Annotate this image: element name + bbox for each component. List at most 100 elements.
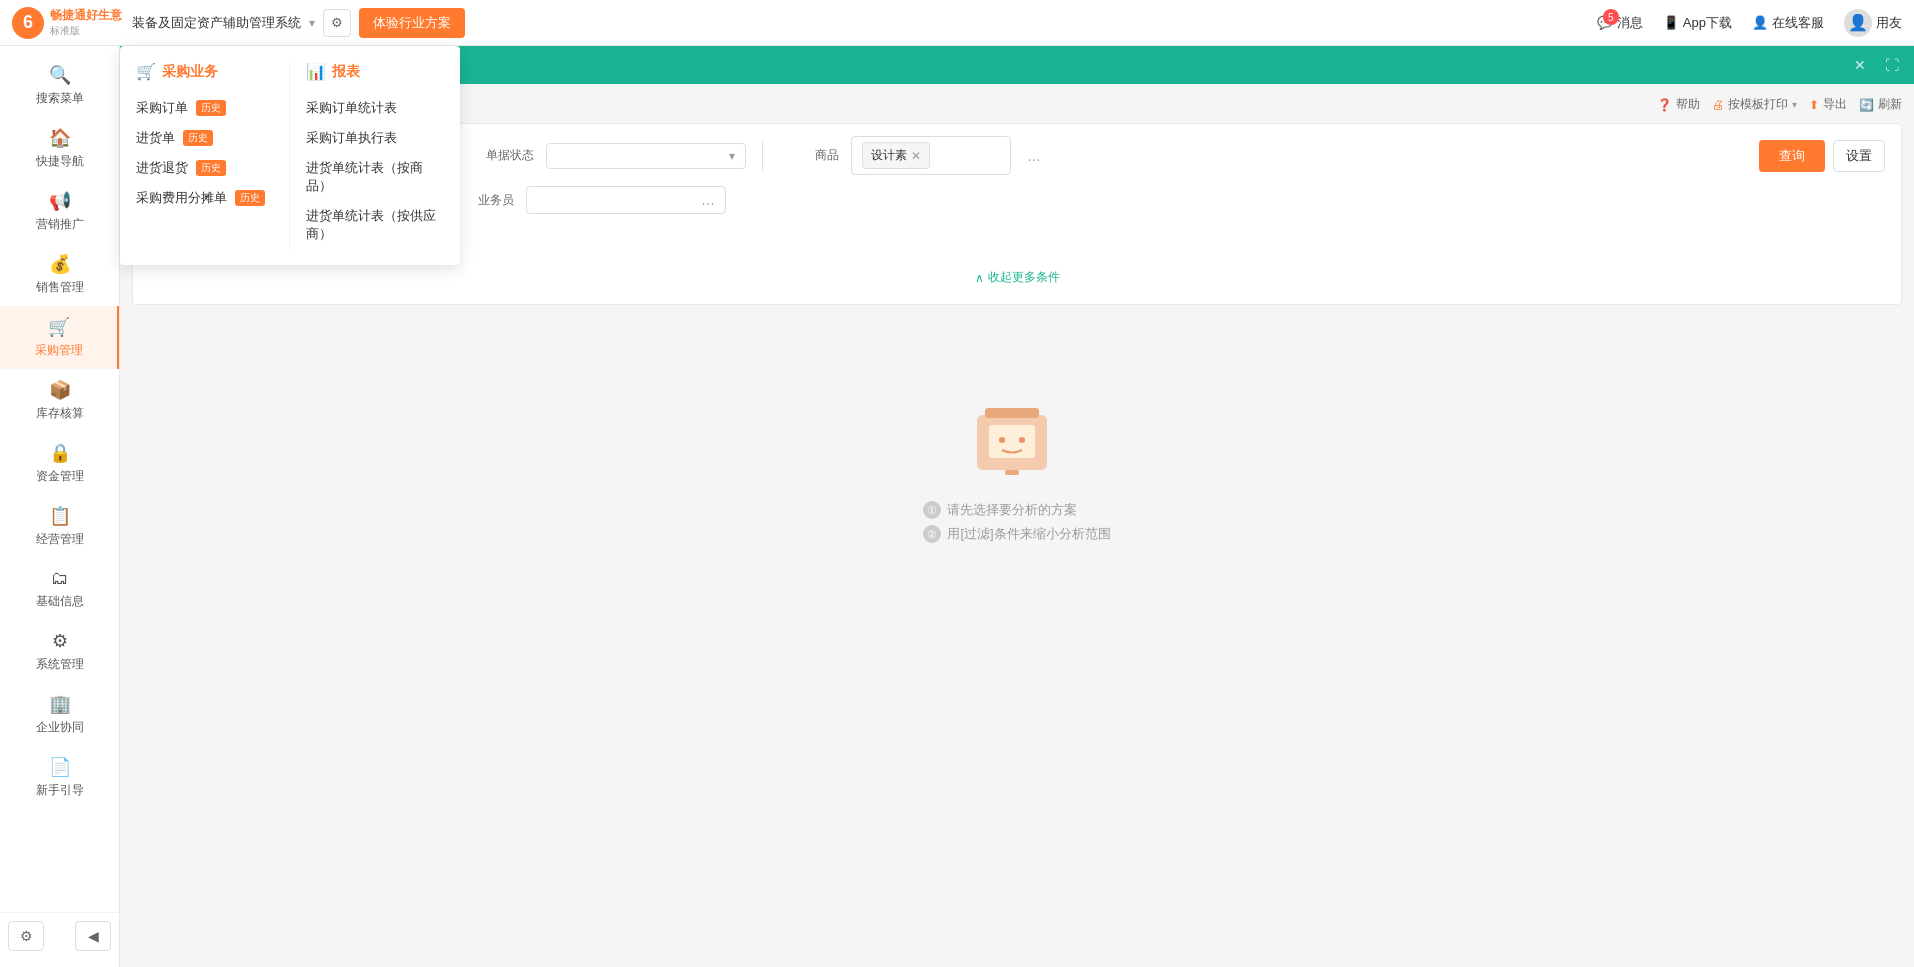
print-label: 按模板打印 <box>1728 96 1788 113</box>
po-stats-label: 采购订单统计表 <box>306 99 397 117</box>
menu-item-purchase-expense[interactable]: 采购费用分摊单 历史 <box>136 183 273 213</box>
svg-rect-4 <box>985 408 1039 418</box>
sidebar-item-newbie[interactable]: 📄 新手引导 <box>0 746 119 809</box>
purchase-business-icon: 🛒 <box>136 62 156 81</box>
online-service-label: 在线客服 <box>1772 14 1824 32</box>
empty-step1: ① 请先选择要分析的方案 <box>923 501 1110 519</box>
sidebar-item-enterprise[interactable]: 🏢 企业协同 <box>0 683 119 746</box>
goods-input[interactable]: 设计素 ✕ <box>851 136 1011 175</box>
svg-point-3 <box>1019 437 1025 443</box>
industry-button[interactable]: 体验行业方案 <box>359 8 465 38</box>
sidebar-collapse-btn[interactable]: ◀ <box>75 921 111 951</box>
purchase-expense-label: 采购费用分摊单 <box>136 189 227 207</box>
menu-item-purchase-order[interactable]: 采购订单 历史 <box>136 93 273 123</box>
user-label: 用友 <box>1876 14 1902 32</box>
system-icon: ⚙ <box>52 630 68 652</box>
step1-text: 请先选择要分析的方案 <box>947 501 1077 519</box>
menu-item-po-stats[interactable]: 采购订单统计表 <box>306 93 444 123</box>
purchase-business-title: 🛒 采购业务 <box>136 62 273 89</box>
gear-button[interactable]: ⚙ <box>323 9 351 37</box>
po-exec-label: 采购订单执行表 <box>306 129 397 147</box>
sidebar-item-purchase[interactable]: 🛒 采购管理 <box>0 306 119 369</box>
status-select[interactable]: ▾ <box>546 143 746 169</box>
setting-button[interactable]: 设置 <box>1833 140 1885 172</box>
sidebar-item-finance[interactable]: 🔒 资金管理 <box>0 432 119 495</box>
collapse-icon: ◀ <box>88 928 99 944</box>
empty-state: ① 请先选择要分析的方案 ② 用[过滤]条件来缩小分析范围 <box>132 305 1902 629</box>
sidebar-item-base-info[interactable]: 🗂 基础信息 <box>0 558 119 620</box>
sidebar-settings-btn[interactable]: ⚙ <box>8 921 44 951</box>
avatar: 👤 <box>1844 9 1872 37</box>
sidebar-label-inventory: 库存核算 <box>36 405 84 422</box>
newbie-icon: 📄 <box>49 756 71 778</box>
help-btn[interactable]: ❓ 帮助 <box>1657 96 1700 113</box>
sidebar-item-quick-nav[interactable]: 🏠 快捷导航 <box>0 117 119 180</box>
step-num-2: ② <box>923 525 941 543</box>
sidebar-item-sales[interactable]: 💰 销售管理 <box>0 243 119 306</box>
system-dropdown-arrow[interactable]: ▾ <box>309 16 315 30</box>
messages-item[interactable]: 💬 5 消息 <box>1597 14 1643 32</box>
system-title-area: 装备及固定资产辅助管理系统 ▾ ⚙ 体验行业方案 <box>132 8 1597 38</box>
tab-expand-btn[interactable]: ⛶ <box>1878 51 1906 79</box>
enterprise-icon: 🏢 <box>49 693 71 715</box>
empty-illustration <box>967 385 1067 485</box>
collapse-button[interactable]: ∧ 收起更多条件 <box>149 263 1885 292</box>
salesperson-ellipsis[interactable]: … <box>701 192 715 208</box>
sidebar-item-marketing[interactable]: 📢 营销推广 <box>0 180 119 243</box>
reports-title: 📊 报表 <box>306 62 444 89</box>
goods-ellipsis[interactable]: … <box>1027 148 1041 164</box>
finance-icon: 🔒 <box>49 442 71 464</box>
salesperson-select[interactable]: … <box>526 186 726 214</box>
sidebar-label-purchase: 采购管理 <box>35 342 83 359</box>
help-label: 帮助 <box>1676 96 1700 113</box>
menu-item-po-exec[interactable]: 采购订单执行表 <box>306 123 444 153</box>
salesperson-label: 业务员 <box>454 192 514 209</box>
search-icon: 🔍 <box>49 64 71 86</box>
gear-icon: ⚙ <box>331 15 343 30</box>
purchase-order-badge: 历史 <box>196 100 226 116</box>
menu-item-receipt-by-supplier[interactable]: 进货单统计表（按供应商） <box>306 201 444 249</box>
receipt-by-goods-label: 进货单统计表（按商品） <box>306 159 444 195</box>
reports-icon: 📊 <box>306 62 326 81</box>
refresh-icon: 🔄 <box>1859 98 1874 112</box>
top-bar: 6 畅捷通好生意 标准版 装备及固定资产辅助管理系统 ▾ ⚙ 体验行业方案 💬 … <box>0 0 1914 46</box>
system-title: 装备及固定资产辅助管理系统 <box>132 14 301 32</box>
svg-point-2 <box>999 437 1005 443</box>
print-btn[interactable]: 🖨 按模板打印 ▾ <box>1712 96 1797 113</box>
status-label: 单据状态 <box>474 147 534 164</box>
sidebar-label-operations: 经营管理 <box>36 531 84 548</box>
sidebar-item-inventory[interactable]: 📦 库存核算 <box>0 369 119 432</box>
goods-label: 商品 <box>779 147 839 164</box>
goods-tag: 设计素 ✕ <box>862 142 930 169</box>
menu-section-purchase-business: 🛒 采购业务 采购订单 历史 进货单 历史 进货退货 历史 采购费用分摊单 <box>136 62 290 249</box>
sidebar: 🔍 搜索菜单 🏠 快捷导航 📢 营销推广 💰 销售管理 🛒 采购管理 📦 库存核… <box>0 46 120 967</box>
online-service-item[interactable]: 👤 在线客服 <box>1752 14 1824 32</box>
app-download-label: App下载 <box>1683 14 1732 32</box>
sidebar-item-search[interactable]: 🔍 搜索菜单 <box>0 54 119 117</box>
sales-icon: 💰 <box>49 253 71 275</box>
tab-close-btn[interactable]: ✕ <box>1846 51 1874 79</box>
export-btn[interactable]: ⬆ 导出 <box>1809 96 1847 113</box>
menu-item-goods-receipt[interactable]: 进货单 历史 <box>136 123 273 153</box>
menu-item-goods-return[interactable]: 进货退货 历史 <box>136 153 273 183</box>
logo-area: 6 畅捷通好生意 标准版 <box>12 7 132 39</box>
app-download-item[interactable]: 📱 App下载 <box>1663 14 1732 32</box>
user-item[interactable]: 👤 用友 <box>1844 9 1902 37</box>
logo-icon: 6 <box>12 7 44 39</box>
operations-icon: 📋 <box>49 505 71 527</box>
marketing-icon: 📢 <box>49 190 71 212</box>
refresh-label: 刷新 <box>1878 96 1902 113</box>
tabs-right: ✕ ⛶ <box>1846 46 1914 84</box>
goods-tag-remove[interactable]: ✕ <box>911 149 921 163</box>
empty-texts: ① 请先选择要分析的方案 ② 用[过滤]条件来缩小分析范围 <box>923 501 1110 549</box>
receipt-by-supplier-label: 进货单统计表（按供应商） <box>306 207 444 243</box>
refresh-btn[interactable]: 🔄 刷新 <box>1859 96 1902 113</box>
sidebar-item-system[interactable]: ⚙ 系统管理 <box>0 620 119 683</box>
query-button[interactable]: 查询 <box>1759 140 1825 172</box>
menu-item-receipt-by-goods[interactable]: 进货单统计表（按商品） <box>306 153 444 201</box>
logo-text: 畅捷通好生意 标准版 <box>50 8 122 37</box>
sidebar-item-operations[interactable]: 📋 经营管理 <box>0 495 119 558</box>
message-badge: 5 <box>1603 9 1619 25</box>
expand-icon: ⛶ <box>1885 57 1899 73</box>
sidebar-label-quick-nav: 快捷导航 <box>36 153 84 170</box>
